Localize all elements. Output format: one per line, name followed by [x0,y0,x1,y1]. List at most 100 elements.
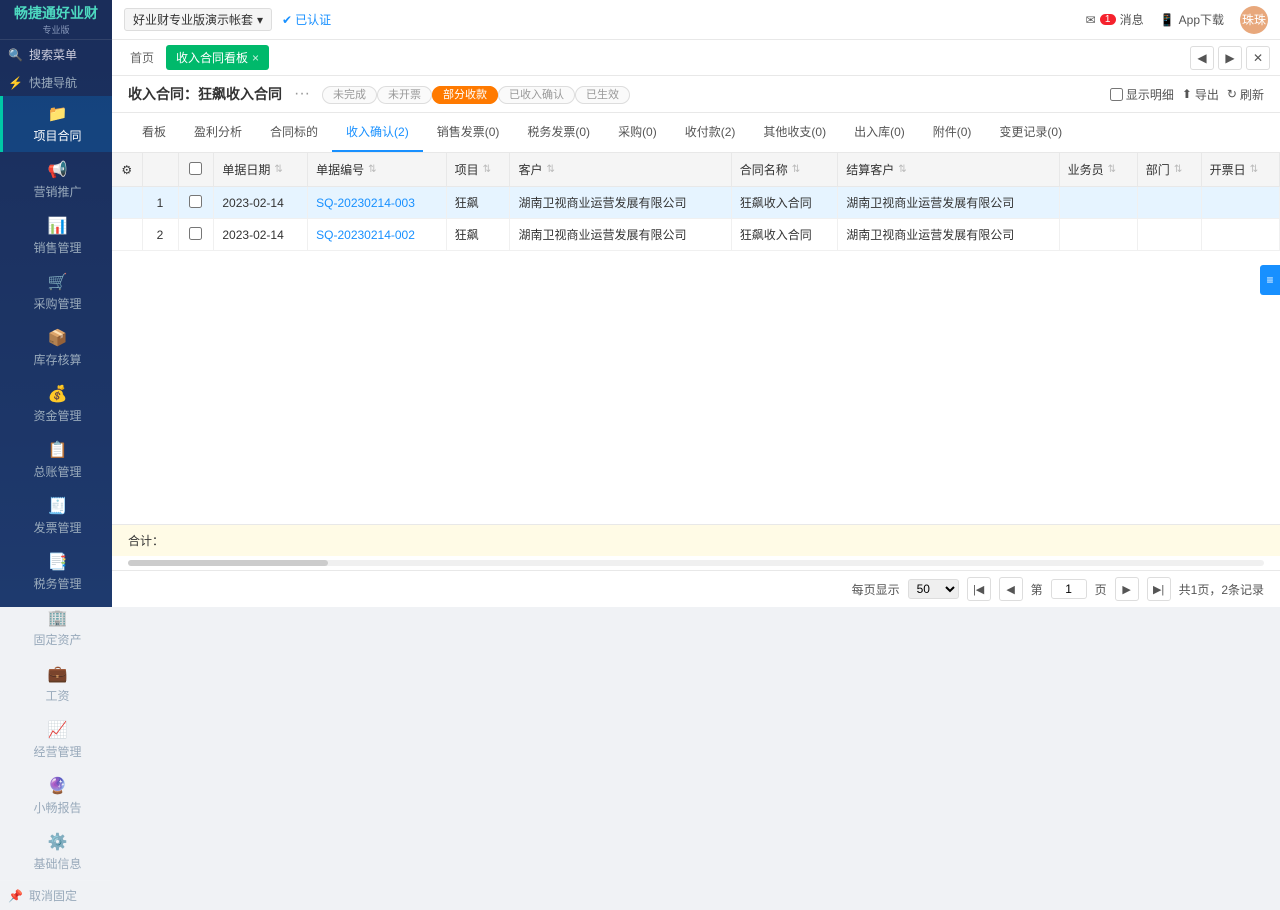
status-buttons: 未完成未开票部分收款已收入确认已生效 [322,86,630,102]
sidebar-item-marketing[interactable]: 📢营销推广 [0,152,112,208]
sidebar-label-invoice: 发票管理 [33,519,81,536]
tab-收付款[interactable]: 收付款(2) [671,113,750,152]
quick-nav[interactable]: ⚡ 快捷导航 [0,69,112,96]
status-incomplete[interactable]: 未完成 [322,86,377,104]
floating-right-button[interactable]: ≡ [1260,265,1280,295]
sidebar-item-assets[interactable]: 🏢固定资产 [0,600,112,656]
page-input[interactable] [1051,579,1087,599]
tab-next-button[interactable]: ▶ [1218,46,1242,70]
close-tab-icon[interactable]: × [252,51,259,65]
row-project: 狂飙 [446,219,510,251]
sidebar-item-basic[interactable]: ⚙️基础信息 [0,824,112,880]
th-project[interactable]: 项目⇅ [446,153,510,187]
app-download-label: App下载 [1179,11,1224,28]
show-detail-checkbox[interactable]: 显示明细 [1110,86,1174,103]
pin-label: 取消固定 [29,887,77,904]
tab-变更记录[interactable]: 变更记录(0) [985,113,1076,152]
tab-采购[interactable]: 采购(0) [604,113,671,152]
table-row[interactable]: 1 2023-02-14 SQ-20230214-003 狂飙 湖南卫视商业运营… [112,187,1280,219]
sidebar-item-summary[interactable]: 📋总账管理 [0,432,112,488]
tab-税务发票[interactable]: 税务发票(0) [513,113,604,152]
prev-page-button[interactable]: ◀ [999,577,1023,601]
pin-icon: 📌 [8,889,23,903]
row-department [1137,187,1201,219]
tab-合同标的[interactable]: 合同标的 [256,113,332,152]
user-avatar[interactable]: 珠珠 [1240,6,1268,34]
select-all-checkbox[interactable] [189,162,202,175]
total-info: 共1页，2条记录 [1179,581,1264,598]
status-partial[interactable]: 部分收款 [432,86,498,104]
tab-其他收支[interactable]: 其他收支(0) [749,113,840,152]
report-icon: 🔮 [48,776,68,796]
scroll-thumb[interactable] [128,560,328,566]
app-download-button[interactable]: 📱 App下载 [1160,11,1224,28]
sidebar-item-sales[interactable]: 📊销售管理 [0,208,112,264]
status-confirmed[interactable]: 已收入确认 [498,86,575,104]
th-department[interactable]: 部门⇅ [1137,153,1201,187]
last-page-button[interactable]: ▶| [1147,577,1171,601]
status-effective[interactable]: 已生效 [575,86,630,104]
status-uninvoiced[interactable]: 未开票 [377,86,432,104]
sidebar-item-inventory[interactable]: 📦库存核算 [0,320,112,376]
row-order-no[interactable]: SQ-20230214-003 [308,187,446,219]
sidebar-item-fund[interactable]: 💰资金管理 [0,376,112,432]
sidebar-item-invoice[interactable]: 🧾发票管理 [0,488,112,544]
pagination: 每页显示 2050100 |◀ ◀ 第 页 ▶ ▶| 共1页，2条记录 [112,570,1280,607]
sidebar-item-labor[interactable]: 💼工资 [0,656,112,712]
tab-销售发票[interactable]: 销售发票(0) [423,113,514,152]
th-contract-name[interactable]: 合同名称⇅ [731,153,837,187]
next-page-button[interactable]: ▶ [1115,577,1139,601]
row-checkbox[interactable] [178,219,214,251]
th-order-no[interactable]: 单据编号⇅ [308,153,446,187]
th-salesman[interactable]: 业务员⇅ [1059,153,1137,187]
show-detail-input[interactable] [1110,88,1123,101]
sidebar-label-basic: 基础信息 [33,855,81,872]
sidebar-label-fund: 资金管理 [33,407,81,424]
th-customer[interactable]: 客户⇅ [510,153,731,187]
contract-title: 收入合同：狂飙收入合同 [128,84,282,104]
th-date[interactable]: 单据日期⇅ [214,153,308,187]
tab-收入确认[interactable]: 收入确认(2) [332,113,423,152]
horizontal-scrollbar[interactable] [112,556,1280,570]
home-tab[interactable]: 首页 [122,45,162,70]
table-row[interactable]: 2 2023-02-14 SQ-20230214-002 狂飙 湖南卫视商业运营… [112,219,1280,251]
tab-附件[interactable]: 附件(0) [919,113,986,152]
th-open-date[interactable]: 开票日⇅ [1201,153,1279,187]
search-menu[interactable]: 🔍 搜索菜单 [0,40,112,69]
pin-button[interactable]: 📌 取消固定 [0,881,112,910]
tab-盈利分析[interactable]: 盈利分析 [180,113,256,152]
sidebar-item-report[interactable]: 🔮小畅报告 [0,768,112,824]
sidebar-item-tax[interactable]: 📑税务管理 [0,544,112,600]
refresh-label: 刷新 [1240,86,1264,103]
more-options-icon[interactable]: ··· [294,85,310,103]
contract-tab[interactable]: 收入合同看板 × [166,45,269,70]
verified-check-icon: ✔ [282,13,292,27]
th-settings[interactable]: ⚙ [112,153,142,187]
per-page-select[interactable]: 2050100 [908,579,959,599]
tab-看板[interactable]: 看板 [128,113,180,152]
tab-close-button[interactable]: ✕ [1246,46,1270,70]
message-badge: 1 [1100,14,1116,25]
customer-sort-icon: ⇅ [546,164,554,175]
sidebar-item-purchase[interactable]: 🛒采购管理 [0,264,112,320]
refresh-button[interactable]: ↻ 刷新 [1227,86,1264,103]
th-settlement-customer[interactable]: 结算客户⇅ [838,153,1059,187]
export-label: 导出 [1195,86,1219,103]
summary-icon: 📋 [48,440,68,460]
contract-header: 收入合同：狂飙收入合同 ··· 未完成未开票部分收款已收入确认已生效 显示明细 … [112,76,1280,113]
company-selector[interactable]: 好业财专业版演示帐套 ▾ [124,8,272,31]
th-checkbox[interactable] [178,153,214,187]
tab-prev-button[interactable]: ◀ [1190,46,1214,70]
sidebar-item-manage[interactable]: 📈经营管理 [0,712,112,768]
first-page-button[interactable]: |◀ [967,577,991,601]
tab-出入库[interactable]: 出入库(0) [840,113,919,152]
row-checkbox[interactable] [178,187,214,219]
sidebar-label-assets: 固定资产 [33,631,81,648]
sidebar: 畅捷通好业财 专业版 🔍 搜索菜单 ⚡ 快捷导航 📁项目合同📢营销推广📊销售管理… [0,0,112,607]
row-order-no[interactable]: SQ-20230214-002 [308,219,446,251]
message-button[interactable]: ✉ 1 消息 [1086,11,1144,28]
sidebar-item-project[interactable]: 📁项目合同 [0,96,112,152]
sidebar-logo: 畅捷通好业财 专业版 [0,0,112,40]
export-button[interactable]: ⬆ 导出 [1182,86,1219,103]
topbar-right: ✉ 1 消息 📱 App下载 珠珠 [1086,6,1268,34]
